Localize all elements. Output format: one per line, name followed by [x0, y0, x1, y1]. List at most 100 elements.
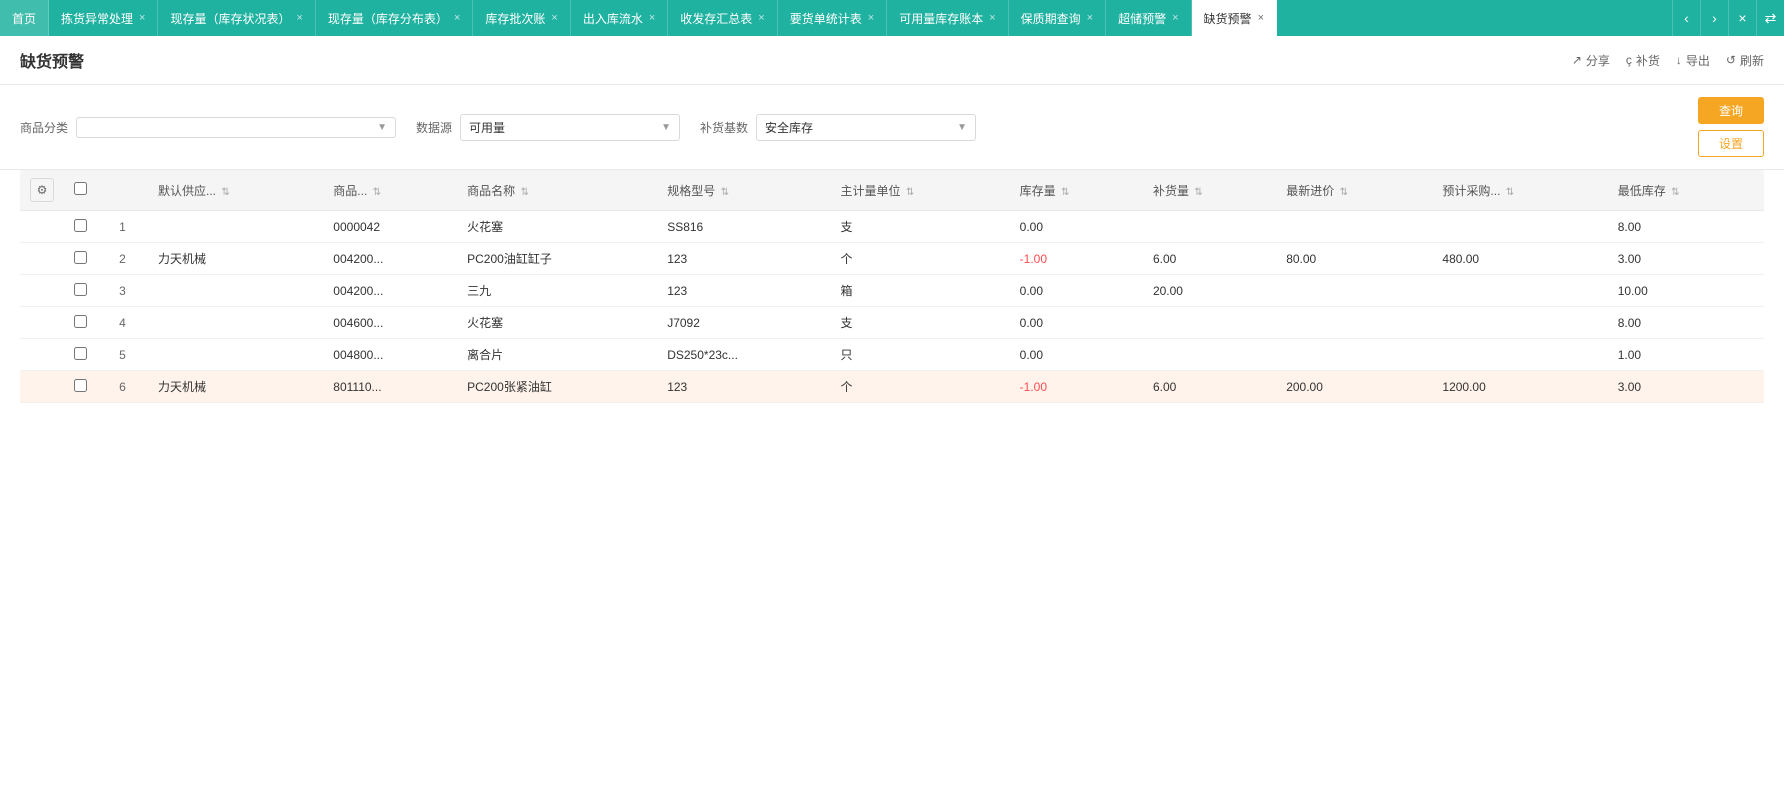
cell-stock-2: 0.00 — [1010, 275, 1143, 307]
cell-min-1: 3.00 — [1608, 243, 1764, 275]
tab-label: 首页 — [12, 10, 36, 27]
th-gear: ⚙ — [20, 170, 64, 211]
cell-unit-2: 箱 — [831, 275, 1010, 307]
cell-est-0 — [1432, 211, 1607, 243]
tab-close-icon[interactable]: × — [454, 12, 460, 24]
row-checkbox-4[interactable] — [74, 347, 87, 360]
table-row: 6 力天机械 801110... PC200张紧油缸 123 个 -1.00 6… — [20, 371, 1764, 403]
replenish-base-select-value: 安全库存 — [765, 119, 957, 136]
tab-item-overstock[interactable]: 超储预警 × — [1106, 0, 1191, 36]
tab-close-icon[interactable]: × — [1172, 12, 1178, 24]
tab-close-icon[interactable]: × — [649, 12, 655, 24]
cell-unit-1: 个 — [831, 243, 1010, 275]
cell-stock-5: -1.00 — [1010, 371, 1143, 403]
cell-stock-0: 0.00 — [1010, 211, 1143, 243]
page-header: 缺货预警 ↗ 分享 ç 补货 ↓ 导出 ↺ 刷新 — [0, 36, 1784, 85]
category-dropdown-arrow: ▼ — [377, 122, 387, 133]
cell-spec-4: DS250*23c... — [657, 339, 830, 371]
cell-num-0: 1 — [97, 211, 148, 243]
settings-button[interactable]: 设置 — [1698, 130, 1764, 157]
tab-label: 要货单统计表 — [790, 10, 862, 27]
cell-code-3: 004600... — [323, 307, 457, 339]
row-checkbox-1[interactable] — [74, 251, 87, 264]
cell-replenish-2: 20.00 — [1143, 275, 1276, 307]
datasource-select-value: 可用量 — [469, 119, 661, 136]
cell-replenish-5: 6.00 — [1143, 371, 1276, 403]
tab-item-inventoryStatus[interactable]: 现存量（库存状况表） × — [158, 0, 315, 36]
tab-label: 超储预警 — [1118, 10, 1166, 27]
refresh-action[interactable]: ↺ 刷新 — [1726, 52, 1764, 69]
tab-expand-button[interactable]: ⇄ — [1756, 0, 1784, 36]
th-num — [97, 170, 148, 211]
tab-close-icon[interactable]: × — [989, 12, 995, 24]
cell-min-2: 10.00 — [1608, 275, 1764, 307]
th-spec-label: 规格型号 — [667, 184, 715, 198]
th-product-code: 商品... ⇅ — [323, 170, 457, 211]
th-product-code-label: 商品... — [333, 184, 367, 198]
tab-next-button[interactable]: › — [1700, 0, 1728, 36]
table-row: 4 004600... 火花塞 J7092 支 0.00 8.00 — [20, 307, 1764, 339]
cell-stock-3: 0.00 — [1010, 307, 1143, 339]
replenish-action[interactable]: ç 补货 — [1626, 52, 1660, 69]
export-action[interactable]: ↓ 导出 — [1676, 52, 1710, 69]
tab-item-shortage[interactable]: 缺货预警 × — [1192, 0, 1277, 36]
sort-replenish-icon: ⇅ — [1194, 187, 1202, 198]
share-action[interactable]: ↗ 分享 — [1572, 52, 1610, 69]
tab-close-icon[interactable]: × — [139, 12, 145, 24]
tab-close-icon[interactable]: × — [868, 12, 874, 24]
replenish-label: 补货 — [1636, 52, 1660, 69]
tab-close-icon[interactable]: × — [1258, 12, 1264, 24]
tab-item-expiryQuery[interactable]: 保质期查询× — [1009, 0, 1106, 36]
tab-bar: 首页拣货异常处理×现存量（库存状况表）×现存量（库存分布表）×库存批次账×出入库… — [0, 0, 1784, 36]
tab-close-icon[interactable]: × — [758, 12, 764, 24]
tab-close-icon[interactable]: × — [551, 12, 557, 24]
tab-item-availableAccount[interactable]: 可用量库存账本× — [887, 0, 1008, 36]
cell-name-5: PC200张紧油缸 — [457, 371, 657, 403]
th-spec: 规格型号 ⇅ — [657, 170, 830, 211]
tab-item-inOutFlow[interactable]: 出入库流水× — [571, 0, 668, 36]
header-actions: ↗ 分享 ç 补货 ↓ 导出 ↺ 刷新 — [1572, 52, 1764, 69]
tab-close-icon[interactable]: × — [1087, 12, 1093, 24]
cell-code-0: 0000042 — [323, 211, 457, 243]
row-checkbox-2[interactable] — [74, 283, 87, 296]
cell-min-0: 8.00 — [1608, 211, 1764, 243]
tab-item-requisitionStat[interactable]: 要货单统计表 × — [778, 0, 887, 36]
tab-label: 缺货预警 — [1204, 10, 1252, 27]
category-select[interactable]: ▼ — [76, 117, 396, 138]
tab-item-home[interactable]: 首页 — [0, 0, 49, 36]
row-checkbox-5[interactable] — [74, 379, 87, 392]
tab-item-receiptSummary[interactable]: 收发存汇总表 × — [668, 0, 777, 36]
replenish-base-select[interactable]: 安全库存 ▼ — [756, 114, 976, 141]
cell-gear-2 — [20, 275, 64, 307]
cell-min-4: 1.00 — [1608, 339, 1764, 371]
row-checkbox-0[interactable] — [74, 219, 87, 232]
sort-spec-icon: ⇅ — [721, 187, 729, 198]
cell-gear-3 — [20, 307, 64, 339]
filter-actions: 查询 设置 — [1698, 97, 1764, 157]
sort-est-icon: ⇅ — [1506, 187, 1514, 198]
datasource-dropdown-arrow: ▼ — [661, 122, 671, 133]
th-replenish-qty: 补货量 ⇅ — [1143, 170, 1276, 211]
tab-item-batchAccount[interactable]: 库存批次账× — [473, 0, 570, 36]
tab-prev-button[interactable]: ‹ — [1672, 0, 1700, 36]
cell-est-5: 1200.00 — [1432, 371, 1607, 403]
cell-spec-2: 123 — [657, 275, 830, 307]
select-all-checkbox[interactable] — [74, 182, 87, 195]
cell-replenish-4 — [1143, 339, 1276, 371]
query-button[interactable]: 查询 — [1698, 97, 1764, 124]
cell-supplier-3 — [148, 307, 323, 339]
refresh-label: 刷新 — [1740, 52, 1764, 69]
sort-price-icon: ⇅ — [1340, 187, 1348, 198]
tab-label: 收发存汇总表 — [680, 10, 752, 27]
sort-supplier-icon: ⇅ — [221, 187, 229, 198]
page-title: 缺货预警 — [20, 48, 1572, 72]
tab-close-icon[interactable]: × — [296, 12, 302, 24]
tab-item-inventoryDist[interactable]: 现存量（库存分布表）× — [316, 0, 473, 36]
tab-item-pickAbnormal[interactable]: 拣货异常处理× — [49, 0, 158, 36]
tab-close-all-button[interactable]: × — [1728, 0, 1756, 36]
datasource-select[interactable]: 可用量 ▼ — [460, 114, 680, 141]
cell-unit-4: 只 — [831, 339, 1010, 371]
tab-label: 现存量（库存状况表） — [170, 10, 290, 27]
column-settings-gear[interactable]: ⚙ — [30, 178, 54, 202]
row-checkbox-3[interactable] — [74, 315, 87, 328]
